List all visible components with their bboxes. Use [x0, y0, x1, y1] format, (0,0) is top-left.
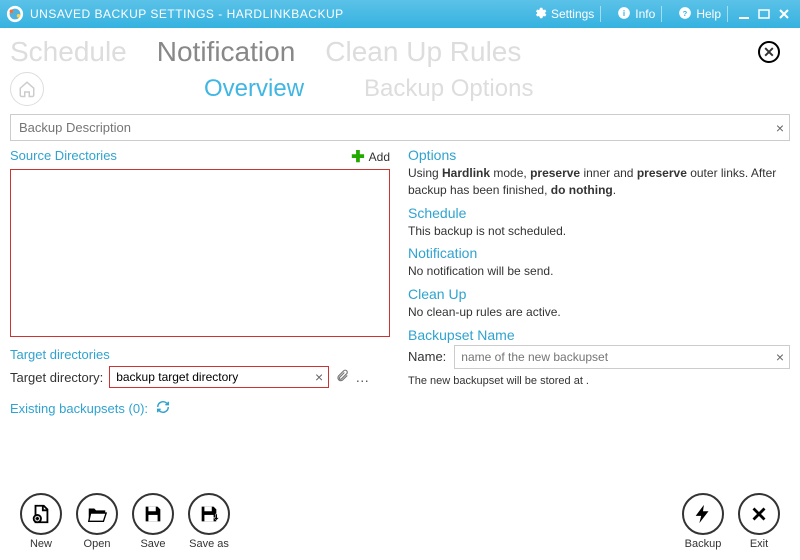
browse-button[interactable]: … — [355, 369, 369, 385]
settings-link[interactable]: Settings — [533, 6, 594, 23]
clear-description-button[interactable]: × — [776, 120, 784, 136]
svg-text:?: ? — [683, 8, 688, 17]
cleanup-text: No clean-up rules are active. — [408, 304, 790, 321]
secondary-tabs: Overview Backup Options — [204, 75, 533, 103]
info-link[interactable]: i Info — [617, 6, 655, 23]
minimize-button[interactable] — [734, 6, 754, 22]
notification-header: Notification — [408, 245, 790, 261]
options-text: Using Hardlink mode, preserve inner and … — [408, 165, 790, 199]
source-directories-label: Source Directories — [10, 148, 117, 163]
primary-tabs: Schedule Notification Clean Up Rules ✕ — [0, 28, 800, 68]
tab-cleanup[interactable]: Clean Up Rules — [325, 36, 521, 68]
gear-icon — [533, 6, 547, 23]
new-button[interactable]: New — [20, 493, 62, 550]
target-directory-label: Target directory: — [10, 370, 103, 385]
schedule-header: Schedule — [408, 205, 790, 221]
backup-button[interactable]: Backup — [682, 493, 724, 550]
footer-toolbar: New Open Save Save as Backup Exit — [0, 493, 800, 550]
save-as-icon — [198, 503, 220, 525]
title-bar: UNSAVED BACKUP SETTINGS - HARDLINKBACKUP… — [0, 0, 800, 28]
app-icon — [6, 5, 24, 23]
schedule-text: This backup is not scheduled. — [408, 223, 790, 240]
target-directories-label: Target directories — [10, 347, 390, 362]
backupset-name-input[interactable] — [454, 345, 790, 369]
name-label: Name: — [408, 349, 446, 364]
svg-text:i: i — [623, 8, 625, 17]
help-link[interactable]: ? Help — [678, 6, 721, 23]
home-icon — [18, 80, 36, 98]
tab-schedule[interactable]: Schedule — [10, 36, 127, 68]
refresh-icon[interactable] — [156, 400, 170, 417]
cleanup-header: Clean Up — [408, 286, 790, 302]
tab-overview[interactable]: Overview — [204, 75, 304, 103]
help-icon: ? — [678, 6, 692, 23]
new-file-icon — [30, 503, 52, 525]
tab-backup-options[interactable]: Backup Options — [364, 75, 533, 103]
source-directories-list[interactable] — [10, 169, 390, 337]
description-input[interactable] — [10, 114, 790, 141]
existing-backupsets-label: Existing backupsets (0): — [10, 401, 148, 416]
exit-button[interactable]: Exit — [738, 493, 780, 550]
stored-at-message: The new backupset will be stored at . — [408, 375, 790, 387]
save-icon — [142, 503, 164, 525]
open-button[interactable]: Open — [76, 493, 118, 550]
attach-icon[interactable] — [335, 368, 349, 387]
folder-open-icon — [86, 503, 108, 525]
save-button[interactable]: Save — [132, 493, 174, 550]
tab-notification[interactable]: Notification — [157, 36, 296, 68]
notification-text: No notification will be send. — [408, 263, 790, 280]
maximize-button[interactable] — [754, 6, 774, 22]
add-source-button[interactable]: ✚ Add — [351, 147, 390, 167]
window-title: UNSAVED BACKUP SETTINGS - HARDLINKBACKUP — [30, 7, 344, 21]
target-directory-input[interactable] — [109, 366, 329, 388]
options-header: Options — [408, 147, 790, 163]
backupset-name-header: Backupset Name — [408, 327, 790, 343]
close-icon — [748, 503, 770, 525]
clear-target-button[interactable]: × — [315, 369, 323, 385]
close-window-button[interactable] — [774, 6, 794, 22]
plus-icon: ✚ — [351, 147, 364, 167]
saveas-button[interactable]: Save as — [188, 493, 230, 550]
clear-name-button[interactable]: × — [776, 349, 784, 365]
close-panel-button[interactable]: ✕ — [758, 41, 780, 63]
home-button[interactable] — [10, 72, 44, 106]
info-icon: i — [617, 6, 631, 23]
lightning-icon — [692, 503, 714, 525]
